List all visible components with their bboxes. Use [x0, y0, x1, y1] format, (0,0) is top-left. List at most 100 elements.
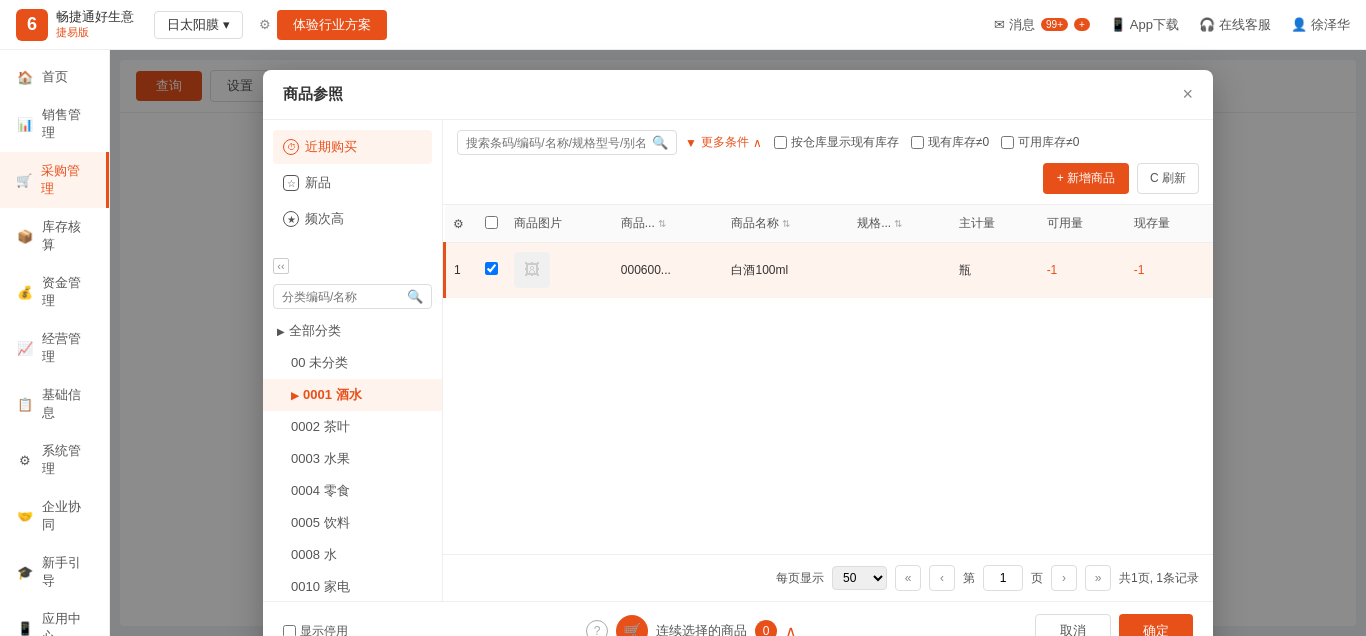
select-all-checkbox[interactable]: [485, 216, 498, 229]
sidebar-item-sales[interactable]: 📊 销售管理: [0, 96, 109, 152]
cat-beverages[interactable]: 0005 饮料: [263, 507, 442, 539]
sidebar-item-purchase[interactable]: 🛒 采购管理: [0, 152, 109, 208]
checkbox-nonzero-available[interactable]: 可用库存≠0: [1001, 134, 1079, 151]
sidebar-item-guide[interactable]: 🎓 新手引导: [0, 544, 109, 600]
basics-icon: 📋: [16, 395, 34, 413]
cat-all[interactable]: ▶ 全部分类: [263, 315, 442, 347]
product-search-bar[interactable]: 🔍: [457, 130, 677, 155]
company-selector[interactable]: 日太阳膜 ▾: [154, 11, 243, 39]
home-icon: 🏠: [16, 68, 34, 86]
refresh-product-btn[interactable]: C 刷新: [1137, 163, 1199, 194]
row-name: 白酒100ml: [723, 243, 849, 298]
cat-fruit[interactable]: 0003 水果: [263, 443, 442, 475]
sidebar-item-system[interactable]: ⚙ 系统管理: [0, 432, 109, 488]
search-icon[interactable]: 🔍: [652, 135, 668, 150]
inventory-icon: 📦: [16, 227, 34, 245]
sidebar-item-finance[interactable]: 💰 资金管理: [0, 264, 109, 320]
online-service-btn[interactable]: 🎧 在线客服: [1199, 16, 1271, 34]
category-search-input[interactable]: [282, 290, 403, 304]
checkbox-by-warehouse[interactable]: 按仓库显示现有库存: [774, 134, 899, 151]
sidebar-item-collab[interactable]: 🤝 企业协同: [0, 488, 109, 544]
search-icon[interactable]: 🔍: [407, 289, 423, 304]
sales-icon: 📊: [16, 115, 34, 133]
tab-recent-purchase[interactable]: ⏱ 近期购买: [273, 130, 432, 164]
product-table-wrapper: ⚙ 商品图片 商品...⇅: [443, 205, 1213, 554]
sidebar-item-home[interactable]: 🏠 首页: [0, 58, 109, 96]
col-checkbox: [477, 205, 506, 243]
cat-snacks[interactable]: 0004 零食: [263, 475, 442, 507]
cat-water[interactable]: 0008 水: [263, 539, 442, 571]
apps-icon: 📱: [16, 619, 34, 636]
collapse-icon[interactable]: ∧: [785, 622, 797, 637]
modal-close-btn[interactable]: ×: [1182, 84, 1193, 105]
row-num: 1: [445, 243, 477, 298]
product-reference-modal: 商品参照 × ⏱ 近期购买 ☆ 新品: [263, 70, 1213, 636]
cart-count-badge: 0: [755, 620, 777, 636]
cat-liquor[interactable]: ▶ 0001 酒水: [263, 379, 442, 411]
tab-new-products[interactable]: ☆ 新品: [273, 166, 432, 200]
cat-appliances[interactable]: 0010 家电: [263, 571, 442, 601]
tab-high-frequency[interactable]: ★ 频次高: [273, 202, 432, 236]
settings-icon[interactable]: ⚙: [253, 11, 277, 38]
cart-area: ? 🛒 连续选择的商品 0 ∧: [586, 615, 797, 636]
category-list: ▶ 全部分类 00 未分类 ▶ 0001 酒水 0002 茶: [263, 315, 442, 601]
collab-icon: 🤝: [16, 507, 34, 525]
page-number-input[interactable]: [983, 565, 1023, 591]
sidebar-item-operations[interactable]: 📈 经营管理: [0, 320, 109, 376]
row-checkbox[interactable]: [477, 243, 506, 298]
row-available: -1: [1039, 243, 1126, 298]
col-stock: 现存量: [1126, 205, 1213, 243]
sidebar-item-basics[interactable]: 📋 基础信息: [0, 376, 109, 432]
sidebar-item-apps[interactable]: 📱 应用中心: [0, 600, 109, 636]
logo-text: 畅捷通好生意: [56, 9, 134, 26]
add-product-btn[interactable]: + 新增商品: [1043, 163, 1129, 194]
modal-right-panel: 🔍 ▼ 更多条件 ∧ 按仓库显示现有库存: [443, 120, 1213, 601]
modal-footer: 显示停用 ? 🛒 连续选择的商品 0 ∧ 取消 确定: [263, 601, 1213, 636]
next-page-btn[interactable]: ›: [1051, 565, 1077, 591]
prev-page-btn[interactable]: ‹: [929, 565, 955, 591]
filter-more-btn[interactable]: ▼ 更多条件 ∧: [685, 134, 762, 151]
operations-icon: 📈: [16, 339, 34, 357]
row-unit: 瓶: [951, 243, 1038, 298]
row-stock: -1: [1126, 243, 1213, 298]
product-search-input[interactable]: [466, 136, 648, 150]
col-code[interactable]: 商品...⇅: [613, 205, 724, 243]
category-search[interactable]: 🔍: [273, 284, 432, 309]
trial-btn[interactable]: 体验行业方案: [277, 10, 387, 40]
last-page-btn[interactable]: »: [1085, 565, 1111, 591]
show-disabled-checkbox[interactable]: 显示停用: [283, 623, 348, 637]
per-page-select[interactable]: 50 10 20 100: [832, 566, 887, 590]
table-settings-icon[interactable]: ⚙: [453, 217, 464, 231]
col-spec[interactable]: 规格...⇅: [849, 205, 951, 243]
nav-right: ✉ 消息 99+ + 📱 App下载 🎧 在线客服 👤 徐泽华: [994, 16, 1350, 34]
row-code: 000600...: [613, 243, 724, 298]
checkbox-nonzero-stock[interactable]: 现有库存≠0: [911, 134, 989, 151]
logo-sub: 捷易版: [56, 25, 134, 40]
logo-icon: 6: [16, 9, 48, 41]
left-arrow-icon[interactable]: ‹‹: [273, 258, 289, 274]
cart-icon[interactable]: 🛒: [616, 615, 648, 636]
col-settings[interactable]: ⚙: [445, 205, 477, 243]
cancel-btn[interactable]: 取消: [1035, 614, 1111, 636]
first-page-btn[interactable]: «: [895, 565, 921, 591]
confirm-btn[interactable]: 确定: [1119, 614, 1193, 636]
modal-body: ⏱ 近期购买 ☆ 新品 ★ 频次高: [263, 120, 1213, 601]
user-menu[interactable]: 👤 徐泽华: [1291, 16, 1350, 34]
modal-header: 商品参照 ×: [263, 70, 1213, 120]
logo-area: 6 畅捷通好生意 捷易版: [16, 9, 134, 41]
messages-btn[interactable]: ✉ 消息 99+ +: [994, 16, 1090, 34]
sidebar: 🏠 首页 📊 销售管理 🛒 采购管理 📦 库存核算 💰 资金管理 📈 经营管理 …: [0, 50, 110, 636]
cat-uncategorized[interactable]: 00 未分类: [263, 347, 442, 379]
table-row[interactable]: 1 🖼 000600... 白酒100ml: [445, 243, 1214, 298]
system-icon: ⚙: [16, 451, 34, 469]
page-info: 共1页, 1条记录: [1119, 570, 1199, 587]
sort-icon-spec: ⇅: [894, 218, 902, 229]
modal-toolbar: 🔍 ▼ 更多条件 ∧ 按仓库显示现有库存: [443, 120, 1213, 205]
cat-tea[interactable]: 0002 茶叶: [263, 411, 442, 443]
messages-badge: 99+: [1041, 18, 1068, 31]
help-icon[interactable]: ?: [586, 620, 608, 636]
sidebar-item-inventory[interactable]: 📦 库存核算: [0, 208, 109, 264]
app-download-btn[interactable]: 📱 App下载: [1110, 16, 1179, 34]
col-name[interactable]: 商品名称⇅: [723, 205, 849, 243]
finance-icon: 💰: [16, 283, 34, 301]
